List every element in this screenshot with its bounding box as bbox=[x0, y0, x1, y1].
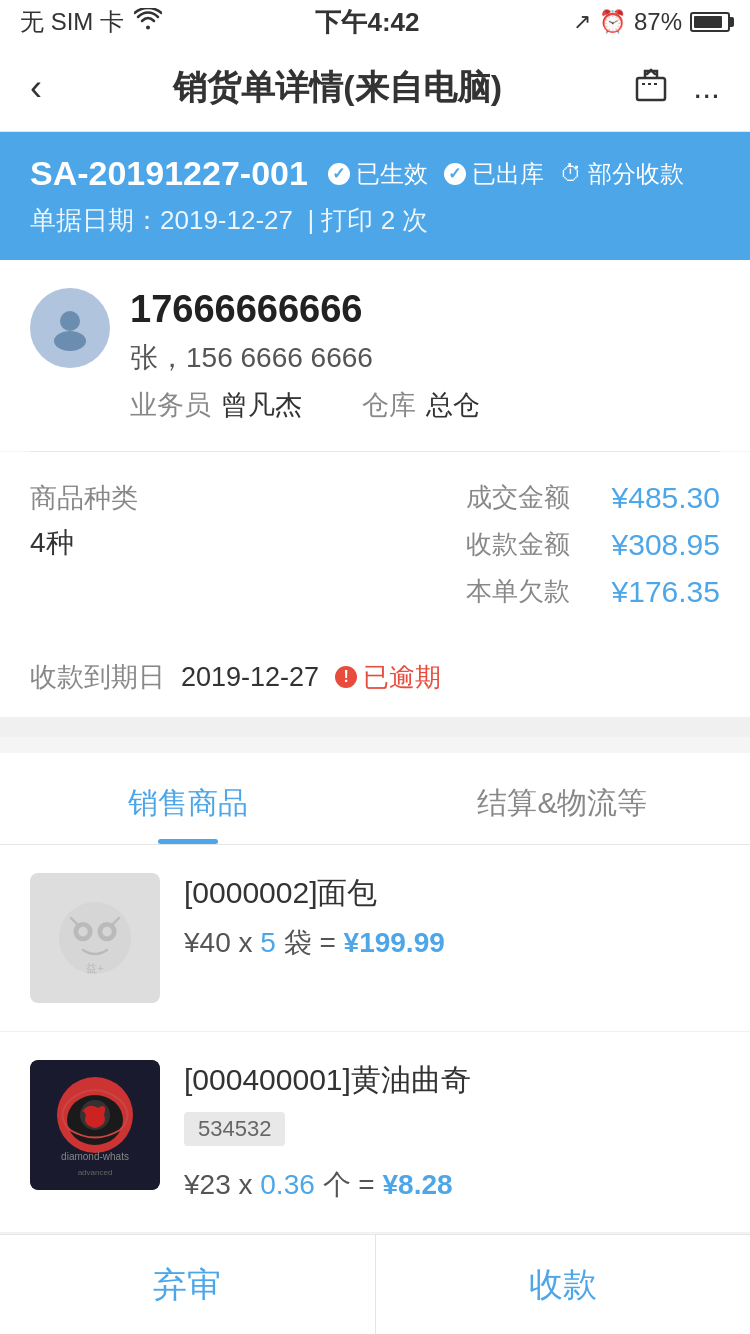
check-icon-1: ✓ bbox=[328, 163, 350, 185]
order-date: 单据日期：2019-12-27 | 打印 2 次 bbox=[30, 203, 720, 238]
order-header: SA-20191227-001 ✓ 已生效 ✓ 已出库 ⏱ 部分收款 单据日期：… bbox=[0, 132, 750, 260]
product-image-1: 益+ bbox=[30, 873, 160, 1003]
status-bar-left: 无 SIM 卡 bbox=[20, 6, 162, 38]
image-placeholder-2: diamond-whats advanced bbox=[30, 1060, 160, 1190]
warehouse: 仓库 总仓 bbox=[362, 387, 480, 423]
status-bar-time: 下午4:42 bbox=[315, 5, 419, 40]
received-amount-row: 收款金额 ¥308.95 bbox=[466, 527, 720, 562]
deal-amount-label: 成交金额 bbox=[466, 480, 570, 515]
received-label: 收款金额 bbox=[466, 527, 570, 562]
export-button[interactable] bbox=[633, 66, 669, 110]
svg-text:diamond-whats: diamond-whats bbox=[61, 1151, 129, 1162]
overdue-icon: ! bbox=[335, 666, 357, 688]
product-info-1: [0000002]面包 ¥40 x 5 袋 = ¥199.99 bbox=[184, 873, 720, 962]
badge-activated: ✓ 已生效 bbox=[328, 158, 428, 190]
due-date-label: 收款到期日 bbox=[30, 659, 165, 695]
product-total-2: ¥8.28 bbox=[382, 1169, 452, 1200]
avatar bbox=[30, 288, 110, 368]
product-price-line-1: ¥40 x 5 袋 = ¥199.99 bbox=[184, 924, 720, 962]
product-name-2: [000400001]黄油曲奇 bbox=[184, 1060, 720, 1101]
order-badges: ✓ 已生效 ✓ 已出库 ⏱ 部分收款 bbox=[328, 158, 684, 190]
svg-point-2 bbox=[60, 311, 80, 331]
customer-meta: 业务员 曾凡杰 仓库 总仓 bbox=[130, 387, 720, 423]
overdue-text: 已逾期 bbox=[363, 660, 441, 695]
customer-info: 17666666666 张，156 6666 6666 业务员 曾凡杰 仓库 总… bbox=[130, 288, 720, 423]
status-bar: 无 SIM 卡 下午4:42 ↗ ⏰ 87% bbox=[0, 0, 750, 44]
owed-amount-row: 本单欠款 ¥176.35 bbox=[466, 574, 720, 609]
collect-payment-button[interactable]: 收款 bbox=[376, 1235, 751, 1334]
back-button[interactable]: ‹ bbox=[30, 67, 42, 109]
product-qty-1: 5 bbox=[260, 927, 276, 958]
product-total-1: ¥199.99 bbox=[344, 927, 445, 958]
product-sku-2: 534532 bbox=[184, 1112, 285, 1146]
clock-icon: ⏱ bbox=[560, 161, 582, 187]
svg-point-3 bbox=[54, 331, 86, 351]
more-button[interactable]: ... bbox=[693, 69, 720, 106]
alarm-icon: ⏰ bbox=[599, 9, 626, 35]
tab-settlement-logistics[interactable]: 结算&物流等 bbox=[375, 753, 750, 844]
svg-text:益+: 益+ bbox=[86, 962, 104, 974]
types-value: 4种 bbox=[30, 524, 138, 562]
received-value: ¥308.95 bbox=[590, 528, 720, 562]
product-name-1: [0000002]面包 bbox=[184, 873, 720, 914]
order-id: SA-20191227-001 bbox=[30, 154, 308, 193]
badge-shipped: ✓ 已出库 bbox=[444, 158, 544, 190]
nav-actions: ... bbox=[633, 66, 720, 110]
tab-sales-products[interactable]: 销售商品 bbox=[0, 753, 375, 844]
svg-rect-0 bbox=[637, 78, 665, 100]
battery-icon bbox=[690, 12, 730, 32]
location-icon: ↗ bbox=[573, 9, 591, 35]
svg-point-7 bbox=[78, 927, 88, 937]
customer-id: 17666666666 bbox=[130, 288, 720, 331]
tabs-section: 销售商品 结算&物流等 bbox=[0, 753, 750, 845]
deal-amount-value: ¥485.30 bbox=[590, 481, 720, 515]
list-item: diamond-whats advanced [000400001]黄油曲奇 5… bbox=[0, 1032, 750, 1233]
overdue-badge: ! 已逾期 bbox=[335, 660, 441, 695]
due-date-section: 收款到期日 2019-12-27 ! 已逾期 bbox=[0, 637, 750, 717]
carrier-text: 无 SIM 卡 bbox=[20, 6, 124, 38]
product-price-line-2: ¥23 x 0.36 个 = ¥8.28 bbox=[184, 1166, 720, 1204]
page-title: 销货单详情(来自电脑) bbox=[173, 65, 502, 111]
check-icon-2: ✓ bbox=[444, 163, 466, 185]
types-label: 商品种类 bbox=[30, 480, 138, 516]
product-list: 益+ [0000002]面包 ¥40 x 5 袋 = ¥199.99 bbox=[0, 845, 750, 1233]
svg-text:advanced: advanced bbox=[78, 1168, 113, 1177]
owed-label: 本单欠款 bbox=[466, 574, 570, 609]
product-info-2: [000400001]黄油曲奇 534532 ¥23 x 0.36 个 = ¥8… bbox=[184, 1060, 720, 1204]
deal-amount-row: 成交金额 ¥485.30 bbox=[466, 480, 720, 515]
image-placeholder-1: 益+ bbox=[30, 873, 160, 1003]
summary-section: 商品种类 4种 成交金额 ¥485.30 收款金额 ¥308.95 本单欠款 ¥… bbox=[0, 452, 750, 637]
due-date-value: 2019-12-27 bbox=[181, 662, 319, 693]
customer-name: 张，156 6666 6666 bbox=[130, 339, 720, 377]
tabs: 销售商品 结算&物流等 bbox=[0, 753, 750, 844]
summary-right: 成交金额 ¥485.30 收款金额 ¥308.95 本单欠款 ¥176.35 bbox=[466, 480, 720, 609]
abandon-review-button[interactable]: 弃审 bbox=[0, 1235, 376, 1334]
product-qty-2: 0.36 bbox=[260, 1169, 315, 1200]
owed-value: ¥176.35 bbox=[590, 575, 720, 609]
sales-rep: 业务员 曾凡杰 bbox=[130, 387, 302, 423]
status-bar-right: ↗ ⏰ 87% bbox=[573, 8, 730, 36]
customer-section: 17666666666 张，156 6666 6666 业务员 曾凡杰 仓库 总… bbox=[0, 260, 750, 451]
nav-bar: ‹ 销货单详情(来自电脑) ... bbox=[0, 44, 750, 132]
list-item: 益+ [0000002]面包 ¥40 x 5 袋 = ¥199.99 bbox=[0, 845, 750, 1032]
bottom-bar: 弃审 收款 bbox=[0, 1234, 750, 1334]
product-image-2: diamond-whats advanced bbox=[30, 1060, 160, 1190]
wifi-icon bbox=[134, 8, 162, 36]
svg-point-8 bbox=[102, 927, 112, 937]
summary-left: 商品种类 4种 bbox=[30, 480, 138, 562]
badge-partial-payment: ⏱ 部分收款 bbox=[560, 158, 684, 190]
battery-text: 87% bbox=[634, 8, 682, 36]
